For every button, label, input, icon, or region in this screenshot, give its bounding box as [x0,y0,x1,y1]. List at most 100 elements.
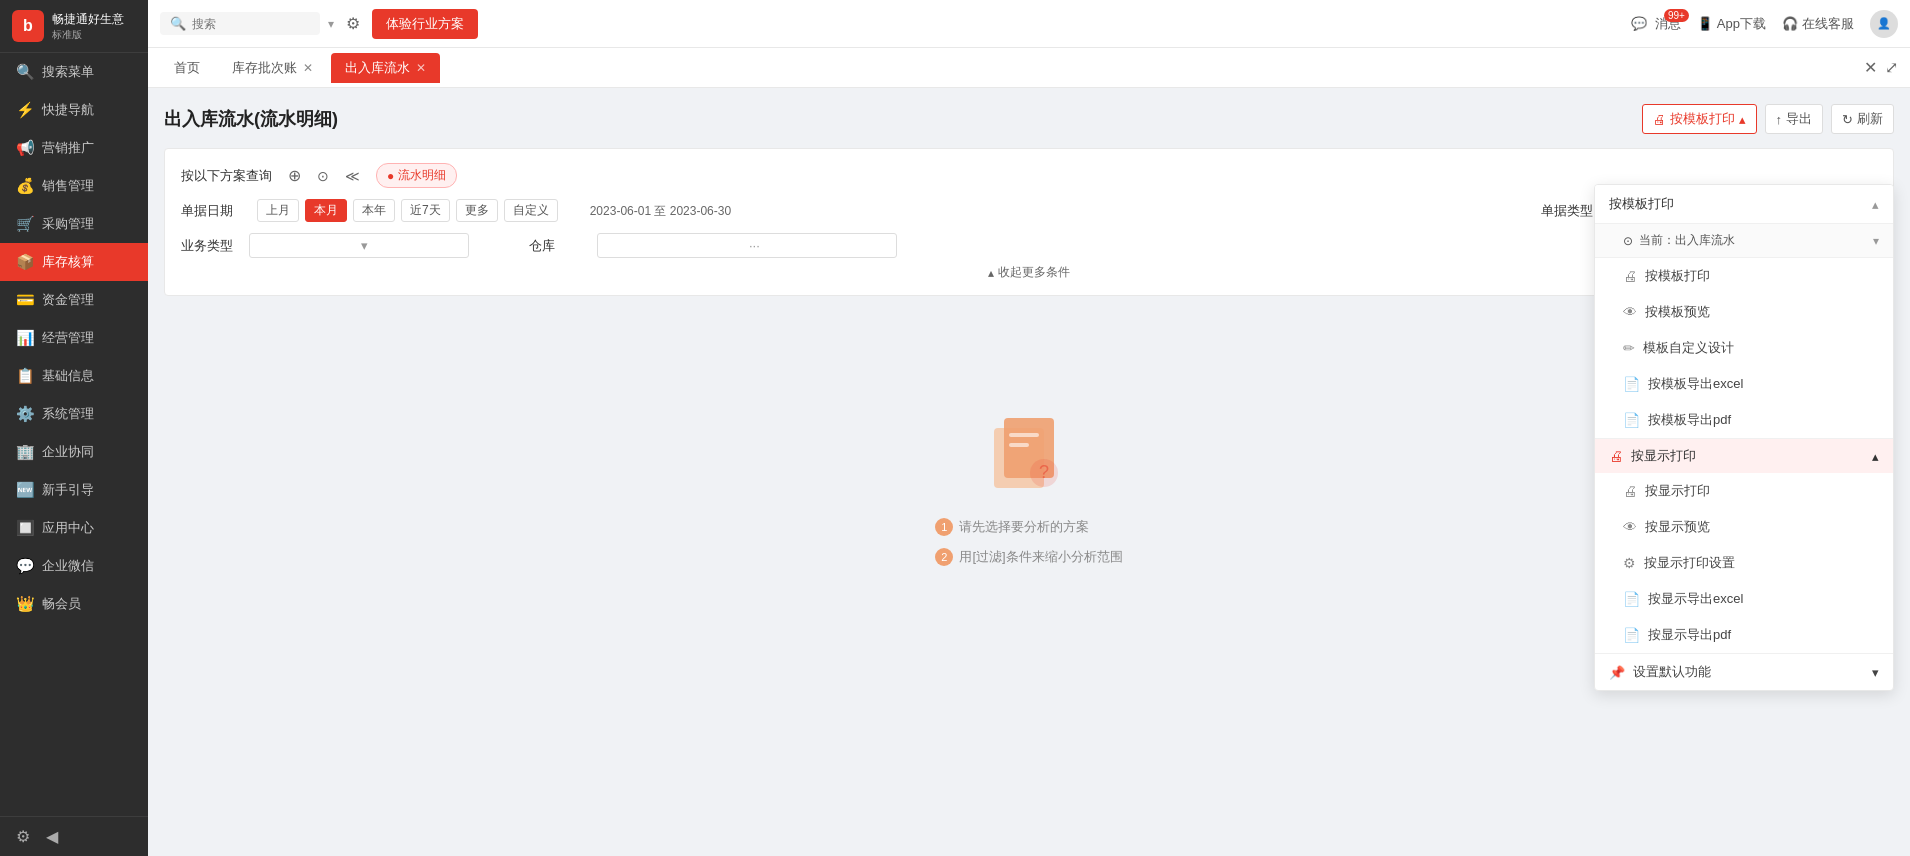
dropdown-item-template-print-label: 按模板打印 [1645,267,1710,285]
sidebar-item-finance[interactable]: 💳资金管理 [0,281,148,319]
date-options: 上月 本月 本年 近7天 更多 自定义 [257,199,558,222]
filter-tag-dot: ● [387,169,394,183]
dropdown-item-template-pdf[interactable]: 📄 按模板导出pdf [1595,402,1893,438]
message-button[interactable]: 💬 99+ 消息 [1631,15,1681,33]
print-template-button[interactable]: 🖨 按模板打印 ▴ [1642,104,1757,134]
refresh-icon: ↻ [1842,112,1853,127]
sidebar-item-guide[interactable]: 🆕新手引导 [0,471,148,509]
dropdown-item-display-excel[interactable]: 📄 按显示导出excel [1595,581,1893,617]
search-icon: 🔍 [170,16,186,31]
dropdown-up-icon[interactable]: ▴ [1872,197,1879,212]
excel-template-icon: 📄 [1623,376,1640,392]
message-icon: 💬 [1631,16,1647,31]
sidebar-item-label: 资金管理 [42,291,94,309]
refresh-button[interactable]: ↻ 刷新 [1831,104,1894,134]
sidebar-bottom: ⚙ ◀ [0,816,148,856]
sidebar-item-marketing[interactable]: 📢营销推广 [0,129,148,167]
tab-batch-account[interactable]: 库存批次账 ✕ [218,53,327,83]
sidebar: b 畅捷通好生意 标准版 🔍搜索菜单⚡快捷导航📢营销推广💰销售管理🛒采购管理📦库… [0,0,148,856]
sidebar-item-label: 采购管理 [42,215,94,233]
tab-batch-account-label: 库存批次账 [232,59,297,77]
business-type-field: 业务类型 ▾ [181,233,469,258]
sidebar-item-basic-info[interactable]: 📋基础信息 [0,357,148,395]
sidebar-item-label: 企业协同 [42,443,94,461]
dropdown-current-icon: ⊙ [1623,234,1633,248]
dropdown-current-label: 当前：出入库流水 [1639,232,1873,249]
sidebar-item-label: 库存核算 [42,253,94,271]
export-button[interactable]: ↑ 导出 [1765,104,1824,134]
warehouse-input[interactable]: ··· [597,233,897,258]
print-icon: 🖨 [1653,112,1666,127]
collapse-icon[interactable]: ◀ [46,827,58,846]
filter-add-icon[interactable]: ⊕ [288,166,301,185]
sidebar-item-quick-nav[interactable]: ⚡快捷导航 [0,91,148,129]
tab-home[interactable]: 首页 [160,53,214,83]
sidebar-item-app-center[interactable]: 🔲应用中心 [0,509,148,547]
sidebar-item-label: 营销推广 [42,139,94,157]
customer-service-button[interactable]: 🎧 在线客服 [1782,15,1854,33]
footer-chevron-icon: ▾ [1872,665,1879,680]
sidebar-item-enterprise[interactable]: 🏢企业协同 [0,433,148,471]
sidebar-item-label: 经营管理 [42,329,94,347]
dropdown-item-template-preview[interactable]: 👁 按模板预览 [1595,294,1893,330]
sidebar-item-search-menu[interactable]: 🔍搜索菜单 [0,53,148,91]
dropdown-current-item: ⊙ 当前：出入库流水 ▾ [1595,224,1893,258]
industry-solution-button[interactable]: 体验行业方案 [372,9,478,39]
dropdown-item-display-preview[interactable]: 👁 按显示预览 [1595,509,1893,545]
sidebar-item-enterprise-wechat[interactable]: 💬企业微信 [0,547,148,585]
business-type-label: 业务类型 [181,237,241,255]
tab-close-all-icon[interactable]: ✕ [1864,58,1877,77]
svg-rect-3 [1009,443,1029,447]
dropdown-item-display-pdf[interactable]: 📄 按显示导出pdf [1595,617,1893,653]
business-type-input[interactable]: ▾ [249,233,469,258]
dropdown-item-display-print[interactable]: 🖨 按显示打印 [1595,473,1893,509]
dropdown-section-up-icon[interactable]: ▴ [1872,449,1879,464]
warehouse-more-icon[interactable]: ··· [749,238,886,253]
date-range-text: 2023-06-01 至 2023-06-30 [590,203,1505,220]
dropdown-title: 按模板打印 [1609,195,1674,213]
app-download-button[interactable]: 📱 App下载 [1697,15,1766,33]
date-opt-more[interactable]: 更多 [456,199,498,222]
sidebar-item-inventory[interactable]: 📦库存核算 [0,243,148,281]
empty-tip-2: 2 用[过滤]条件来缩小分析范围 [935,544,1122,570]
filter-settings-icon[interactable]: ⊙ [317,168,329,184]
membership-icon: 👑 [16,595,34,613]
dropdown-item-display-settings[interactable]: ⚙ 按显示打印设置 [1595,545,1893,581]
sidebar-item-system[interactable]: ⚙️系统管理 [0,395,148,433]
date-opt-7days[interactable]: 近7天 [401,199,450,222]
tab-flow[interactable]: 出入库流水 ✕ [331,53,440,83]
search-chevron-icon[interactable]: ▾ [328,17,334,31]
basic-info-icon: 📋 [16,367,34,385]
user-avatar[interactable]: 👤 [1870,10,1898,38]
empty-tip-1: 1 请先选择要分析的方案 [935,514,1122,540]
search-input[interactable] [192,17,310,31]
settings-icon[interactable]: ⚙ [16,827,30,846]
date-opt-this-month[interactable]: 本月 [305,199,347,222]
tab-flow-close-icon[interactable]: ✕ [416,61,426,75]
date-opt-last-month[interactable]: 上月 [257,199,299,222]
dropdown-item-template-custom[interactable]: ✏ 模板自定义设计 [1595,330,1893,366]
filter-tag-liushui[interactable]: ● 流水明细 [376,163,457,188]
operations-icon: 📊 [16,329,34,347]
dropdown-item-template-print[interactable]: 🖨 按模板打印 [1595,258,1893,294]
topbar-search-box[interactable]: 🔍 [160,12,320,35]
date-opt-this-year[interactable]: 本年 [353,199,395,222]
doc-type-label: 单据类型 [1541,202,1601,220]
excel-display-icon: 📄 [1623,591,1640,607]
sidebar-item-purchase[interactable]: 🛒采购管理 [0,205,148,243]
dropdown-item-display-excel-label: 按显示导出excel [1648,590,1743,608]
sidebar-item-membership[interactable]: 👑畅会员 [0,585,148,623]
dropdown-item-template-preview-label: 按模板预览 [1645,303,1710,321]
dropdown-current-chevron[interactable]: ▾ [1873,234,1879,248]
date-opt-custom[interactable]: 自定义 [504,199,558,222]
sidebar-item-sales[interactable]: 💰销售管理 [0,167,148,205]
dropdown-section-display[interactable]: 🖨 按显示打印 ▴ [1595,439,1893,473]
dropdown-footer-settings[interactable]: 📌 设置默认功能 ▾ [1595,654,1893,690]
sidebar-item-operations[interactable]: 📊 经营管理 [0,319,148,357]
tabbar-actions: ✕ ⤢ [1864,58,1898,77]
filter-collapse-icon[interactable]: ≪ [345,168,360,184]
tab-maximize-icon[interactable]: ⤢ [1885,58,1898,77]
topbar-gear-icon[interactable]: ⚙ [346,14,360,33]
dropdown-item-template-excel[interactable]: 📄 按模板导出excel [1595,366,1893,402]
tab-batch-account-close-icon[interactable]: ✕ [303,61,313,75]
